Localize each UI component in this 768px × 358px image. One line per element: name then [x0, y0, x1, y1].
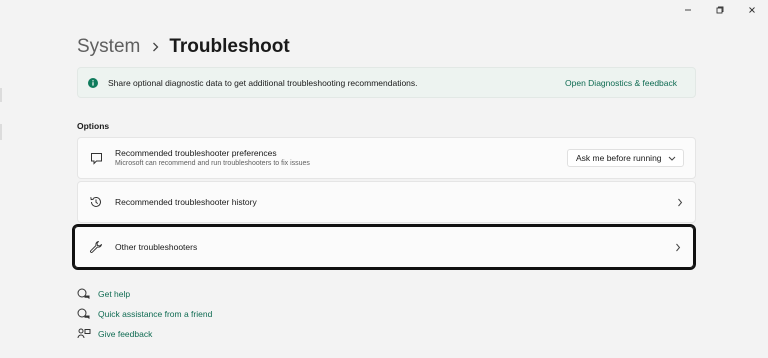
- chat-bubble-icon: [89, 151, 103, 165]
- card-troubleshooter-preferences[interactable]: Recommended troubleshooter preferences M…: [77, 137, 696, 179]
- sidebar-edge: [0, 124, 2, 140]
- section-label-options: Options: [77, 121, 110, 131]
- chevron-right-icon: [152, 42, 159, 52]
- card-title: Other troubleshooters: [115, 242, 198, 252]
- breadcrumb-parent[interactable]: System: [77, 34, 140, 60]
- give-feedback-link[interactable]: Give feedback: [77, 328, 152, 340]
- card-title: Recommended troubleshooter history: [115, 197, 257, 207]
- get-help-icon: [77, 288, 91, 300]
- troubleshooter-preference-dropdown[interactable]: Ask me before running: [567, 149, 684, 167]
- restore-icon: [716, 6, 724, 14]
- maximize-button[interactable]: [704, 0, 736, 20]
- banner-text: Share optional diagnostic data to get ad…: [108, 77, 418, 88]
- help-link-label: Quick assistance from a friend: [98, 309, 213, 319]
- open-diagnostics-link[interactable]: Open Diagnostics & feedback: [565, 78, 677, 88]
- chevron-down-icon: [668, 156, 676, 161]
- minimize-icon: [685, 9, 691, 11]
- quick-assist-icon: [77, 308, 91, 320]
- close-button[interactable]: [736, 0, 768, 20]
- card-subtitle: Microsoft can recommend and run troubles…: [115, 160, 310, 167]
- minimize-button[interactable]: [672, 0, 704, 20]
- chevron-right-icon: [677, 198, 683, 207]
- sidebar-edge: [0, 88, 2, 102]
- card-other-troubleshooters[interactable]: Other troubleshooters: [72, 224, 696, 270]
- help-link-label: Get help: [98, 289, 131, 299]
- close-icon: [749, 7, 755, 13]
- card-title: Recommended troubleshooter preferences: [115, 148, 277, 158]
- card-troubleshooter-history[interactable]: Recommended troubleshooter history: [77, 181, 696, 223]
- wrench-icon: [89, 240, 103, 254]
- diagnostics-banner: Share optional diagnostic data to get ad…: [77, 67, 696, 98]
- info-icon: [88, 77, 98, 88]
- page-title: Troubleshoot: [169, 36, 290, 57]
- dropdown-value: Ask me before running: [576, 153, 662, 163]
- quick-assistance-link[interactable]: Quick assistance from a friend: [77, 308, 212, 320]
- help-link-label: Give feedback: [98, 329, 153, 339]
- history-icon: [89, 195, 103, 209]
- get-help-link[interactable]: Get help: [77, 288, 130, 300]
- window-controls: [672, 0, 768, 20]
- breadcrumb: System Troubleshoot: [77, 34, 290, 60]
- chevron-right-icon: [675, 243, 681, 252]
- feedback-icon: [77, 328, 91, 340]
